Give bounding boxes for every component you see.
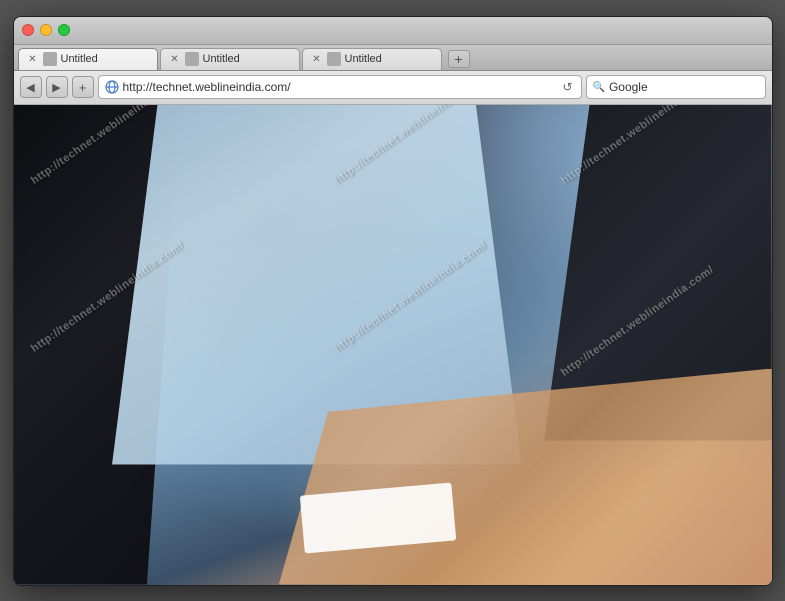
search-input[interactable]: Google	[609, 80, 648, 94]
tab-bar: ✕ Untitled ✕ Untitled ✕ Untitled +	[14, 45, 772, 71]
new-page-button[interactable]: +	[72, 76, 94, 98]
page-image: http://technet.weblineindia.com/ http://…	[14, 105, 772, 585]
new-tab-button[interactable]: +	[448, 50, 470, 68]
tab-favicon-1	[43, 52, 57, 66]
address-text: http://technet.weblineindia.com/	[123, 80, 557, 94]
tab-favicon-3	[327, 52, 341, 66]
tab-close-icon-1[interactable]: ✕	[27, 53, 39, 65]
search-icon: 🔍	[593, 82, 605, 93]
search-bar[interactable]: 🔍 Google	[586, 75, 766, 99]
close-button[interactable]	[22, 24, 34, 36]
browser-window: ✕ Untitled ✕ Untitled ✕ Untitled + ◀ ▶ +…	[13, 16, 773, 586]
title-bar	[14, 17, 772, 45]
tab-close-icon-2[interactable]: ✕	[169, 53, 181, 65]
tab-1[interactable]: ✕ Untitled	[18, 48, 158, 70]
traffic-lights	[22, 24, 70, 36]
tab-label-3: Untitled	[345, 53, 433, 65]
address-bar[interactable]: http://technet.weblineindia.com/ ↺	[98, 75, 582, 99]
tab-label-1: Untitled	[61, 53, 149, 65]
tab-favicon-2	[185, 52, 199, 66]
tab-2[interactable]: ✕ Untitled	[160, 48, 300, 70]
content-area: http://technet.weblineindia.com/ http://…	[14, 105, 772, 585]
tab-close-icon-3[interactable]: ✕	[311, 53, 323, 65]
reload-button[interactable]: ↺	[561, 80, 575, 94]
tab-label-2: Untitled	[203, 53, 291, 65]
forward-button[interactable]: ▶	[46, 76, 68, 98]
globe-icon	[105, 80, 119, 94]
back-button[interactable]: ◀	[20, 76, 42, 98]
tab-3[interactable]: ✕ Untitled	[302, 48, 442, 70]
maximize-button[interactable]	[58, 24, 70, 36]
nav-bar: ◀ ▶ + http://technet.weblineindia.com/ ↺…	[14, 71, 772, 105]
minimize-button[interactable]	[40, 24, 52, 36]
